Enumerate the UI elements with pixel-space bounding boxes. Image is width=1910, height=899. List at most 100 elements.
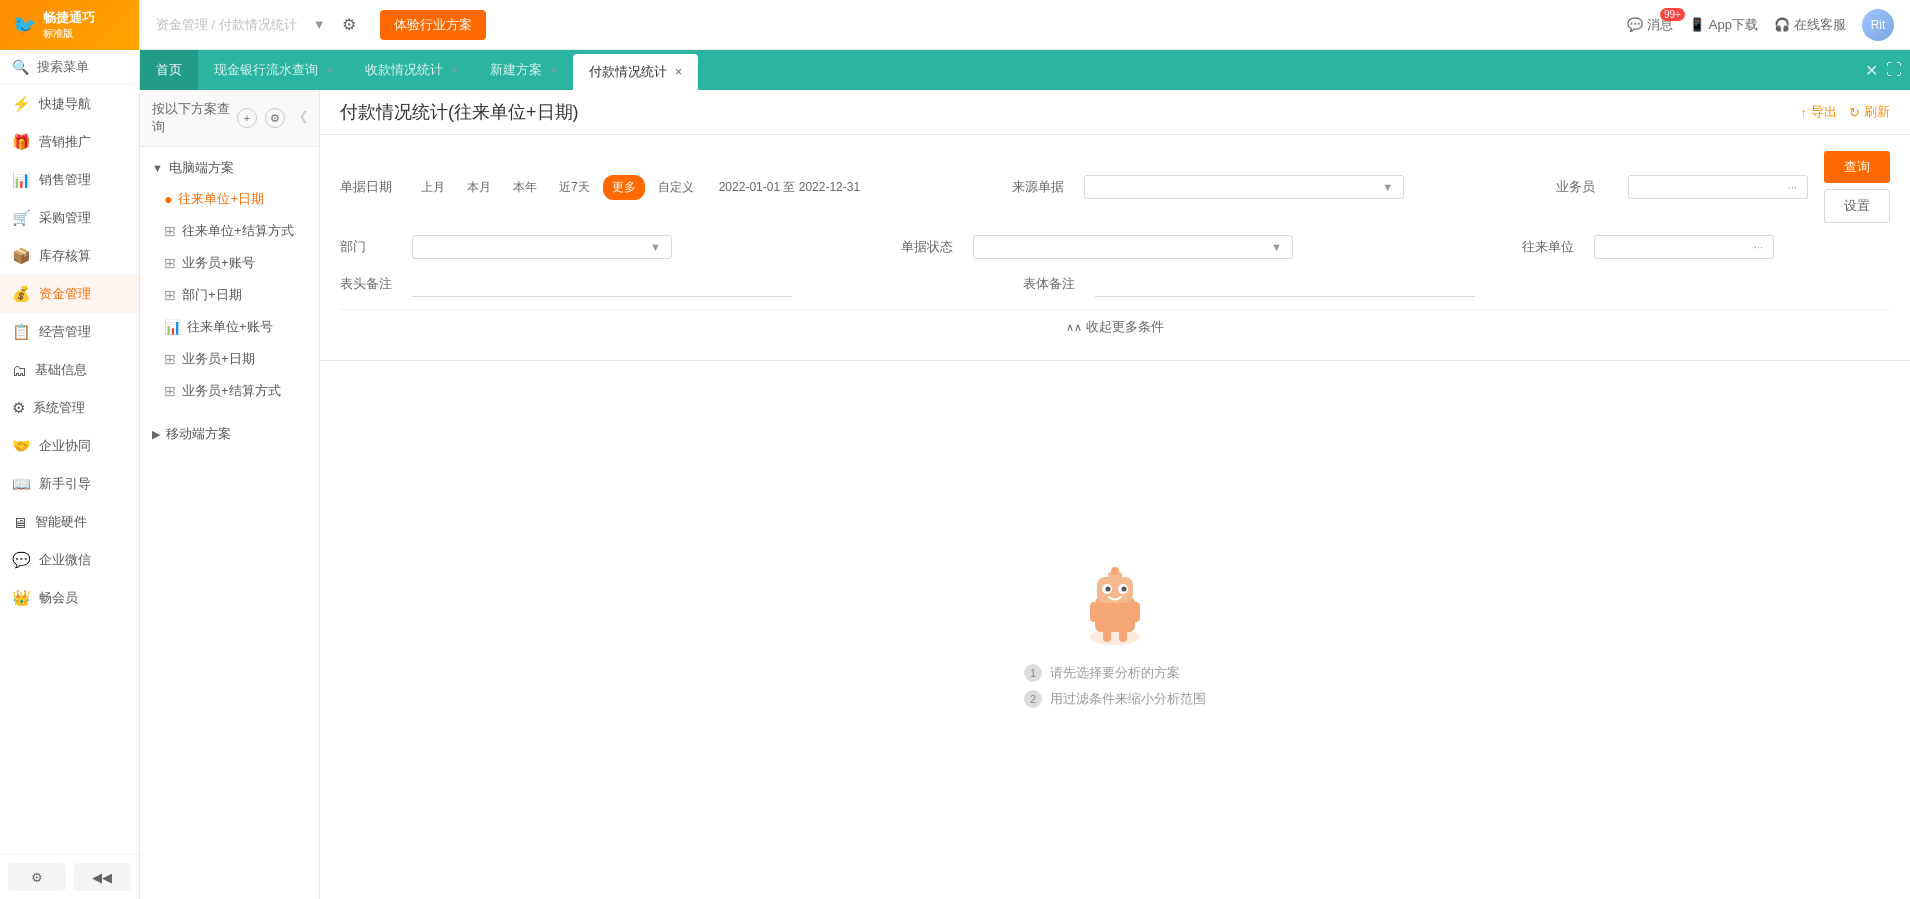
tab-payment[interactable]: 付款情况统计 × [573,54,698,90]
tab-cash[interactable]: 现金银行流水查询 × [198,50,349,90]
sidebar-label-inventory: 库存核算 [39,247,91,265]
svg-rect-2 [1090,602,1098,622]
page-header: 付款情况统计(往来单位+日期) ↑ 导出 ↻ 刷新 [320,90,1910,135]
sidebar-item-search[interactable]: 🔍 搜索菜单 [0,50,139,85]
sidebar-item-guide[interactable]: 📖 新手引导 [0,465,139,503]
scheme-item-icon-partner-date: ● [164,191,172,207]
basic-icon: 🗂 [12,362,27,379]
scheme-group-pc: ▼ 电脑端方案 ● 往来单位+日期 ⊞ 往来单位+结算方式 ⊞ 业务员+账号 [140,147,319,413]
tab-receipt-close[interactable]: × [451,63,458,77]
scheme-settings-btn[interactable]: ⚙ [265,108,285,128]
notification-badge: 99+ [1660,8,1685,21]
scheme-item-staff-date[interactable]: ⊞ 业务员+日期 [140,343,319,375]
sidebar-item-inventory[interactable]: 📦 库存核算 [0,237,139,275]
finance-icon: 💰 [12,285,31,303]
app-download-area[interactable]: 📱 App下载 [1689,16,1758,34]
scheme-group-pc-title[interactable]: ▼ 电脑端方案 [140,153,319,183]
tab-cash-close[interactable]: × [326,63,333,77]
scheme-item-staff-account[interactable]: ⊞ 业务员+账号 [140,247,319,279]
scheme-item-icon-partner-account: 📊 [164,319,181,335]
collapse-filter-label: 收起更多条件 [1086,318,1164,336]
sidebar-collapse-btn[interactable]: ◀◀ [74,863,132,891]
header-note-input[interactable] [412,271,792,297]
tab-expand-btn[interactable]: ⛶ [1886,61,1902,79]
tab-new[interactable]: 新建方案 × [474,50,573,90]
date-btn-custom[interactable]: 自定义 [649,175,703,200]
sidebar-item-sales[interactable]: 📊 销售管理 [0,161,139,199]
sidebar-item-system[interactable]: ⚙ 系统管理 [0,389,139,427]
scheme-collapse-icon[interactable]: 《 [293,109,307,127]
scheme-item-dept-date[interactable]: ⊞ 部门+日期 [140,279,319,311]
export-icon: ↑ [1801,105,1808,120]
date-btn-this-month[interactable]: 本月 [458,175,500,200]
empty-state: 1 请先选择要分析的方案 2 用过滤条件来缩小分析范围 [320,361,1910,899]
sidebar-item-wechat[interactable]: 💬 企业微信 [0,541,139,579]
refresh-button[interactable]: ↻ 刷新 [1849,103,1890,121]
tab-payment-label: 付款情况统计 [589,63,667,81]
online-service-area[interactable]: 🎧 在线客服 [1774,16,1846,34]
doc-status-select[interactable]: ▼ [973,235,1293,259]
tab-home[interactable]: 首页 [140,50,198,90]
sidebar-item-hardware[interactable]: 🖥 智能硬件 [0,503,139,541]
right-panel: 付款情况统计(往来单位+日期) ↑ 导出 ↻ 刷新 [320,90,1910,899]
date-btn-last-month[interactable]: 上月 [412,175,454,200]
sidebar-item-basic[interactable]: 🗂 基础信息 [0,351,139,389]
tab-new-label: 新建方案 [490,61,542,79]
tab-payment-close[interactable]: × [675,65,682,79]
sidebar-settings-btn[interactable]: ⚙ [8,863,66,891]
scheme-settings-icon: ⚙ [270,112,280,125]
source-doc-label: 来源单据 [1012,178,1068,196]
empty-tip-2-label: 用过滤条件来缩小分析范围 [1050,690,1206,708]
topbar-gear-icon[interactable]: ⚙ [342,15,356,34]
scheme-item-staff-settle[interactable]: ⊞ 业务员+结算方式 [140,375,319,407]
dept-select[interactable]: ▼ [412,235,672,259]
source-doc-select[interactable]: ▼ [1084,175,1404,199]
notification-area[interactable]: 💬 消息 99+ [1627,16,1673,34]
svg-point-12 [1111,567,1119,575]
scheme-group-mobile-title[interactable]: ▶ 移动端方案 [140,419,319,449]
trial-button[interactable]: 体验行业方案 [380,10,486,40]
app-download-label: App下载 [1709,16,1758,34]
scheme-add-btn[interactable]: + [237,108,257,128]
topbar-dropdown-icon[interactable]: ▼ [313,17,326,32]
sidebar-label-guide: 新手引导 [39,475,91,493]
sidebar-item-purchase[interactable]: 🛒 采购管理 [0,199,139,237]
system-icon: ⚙ [12,399,25,417]
date-btn-more[interactable]: 更多 [603,175,645,200]
svg-point-10 [1122,587,1127,592]
header-note-label: 表头备注 [340,275,396,293]
sidebar-label-marketing: 营销推广 [39,133,91,151]
topbar-path: 资金管理 / 付款情况统计 [156,16,297,34]
logo: 🐦 畅捷通巧 标准版 [0,0,139,50]
scheme-item-partner-date[interactable]: ● 往来单位+日期 [140,183,319,215]
body-note-input[interactable] [1095,271,1475,297]
filter-settings-button[interactable]: 设置 [1824,189,1890,223]
sidebar-item-marketing[interactable]: 🎁 营销推广 [0,123,139,161]
sidebar-item-member[interactable]: 👑 畅会员 [0,579,139,617]
partner-select[interactable]: ··· [1594,235,1774,259]
sidebar-label-system: 系统管理 [33,399,85,417]
collapse-filter-bar[interactable]: ∧∧ 收起更多条件 [340,309,1890,344]
scheme-item-partner-settle[interactable]: ⊞ 往来单位+结算方式 [140,215,319,247]
user-avatar[interactable]: Rit [1862,9,1894,41]
scheme-item-partner-account[interactable]: 📊 往来单位+账号 [140,311,319,343]
sidebar-item-enterprise[interactable]: 🤝 企业协同 [0,427,139,465]
date-btn-7days[interactable]: 近7天 [550,175,599,200]
query-btn-group: 查询 设置 [1824,151,1890,223]
query-button[interactable]: 查询 [1824,151,1890,183]
export-button[interactable]: ↑ 导出 [1801,103,1838,121]
tab-new-close[interactable]: × [550,63,557,77]
refresh-label: 刷新 [1864,103,1890,121]
sidebar-item-operation[interactable]: 📋 经营管理 [0,313,139,351]
sidebar-item-quick-nav[interactable]: ⚡ 快捷导航 [0,85,139,123]
sidebar-label-basic: 基础信息 [35,361,87,379]
partner-arrow: ··· [1754,241,1763,253]
scheme-item-label-dept-date: 部门+日期 [182,286,242,304]
sidebar-item-finance[interactable]: 💰 资金管理 [0,275,139,313]
empty-tips: 1 请先选择要分析的方案 2 用过滤条件来缩小分析范围 [1024,664,1206,708]
tab-close-all-btn[interactable]: ✕ [1865,61,1878,80]
date-btn-group: 上月 本月 本年 近7天 更多 自定义 [412,175,703,200]
tab-receipt[interactable]: 收款情况统计 × [349,50,474,90]
salesman-select[interactable]: ··· [1628,175,1808,199]
date-btn-this-year[interactable]: 本年 [504,175,546,200]
